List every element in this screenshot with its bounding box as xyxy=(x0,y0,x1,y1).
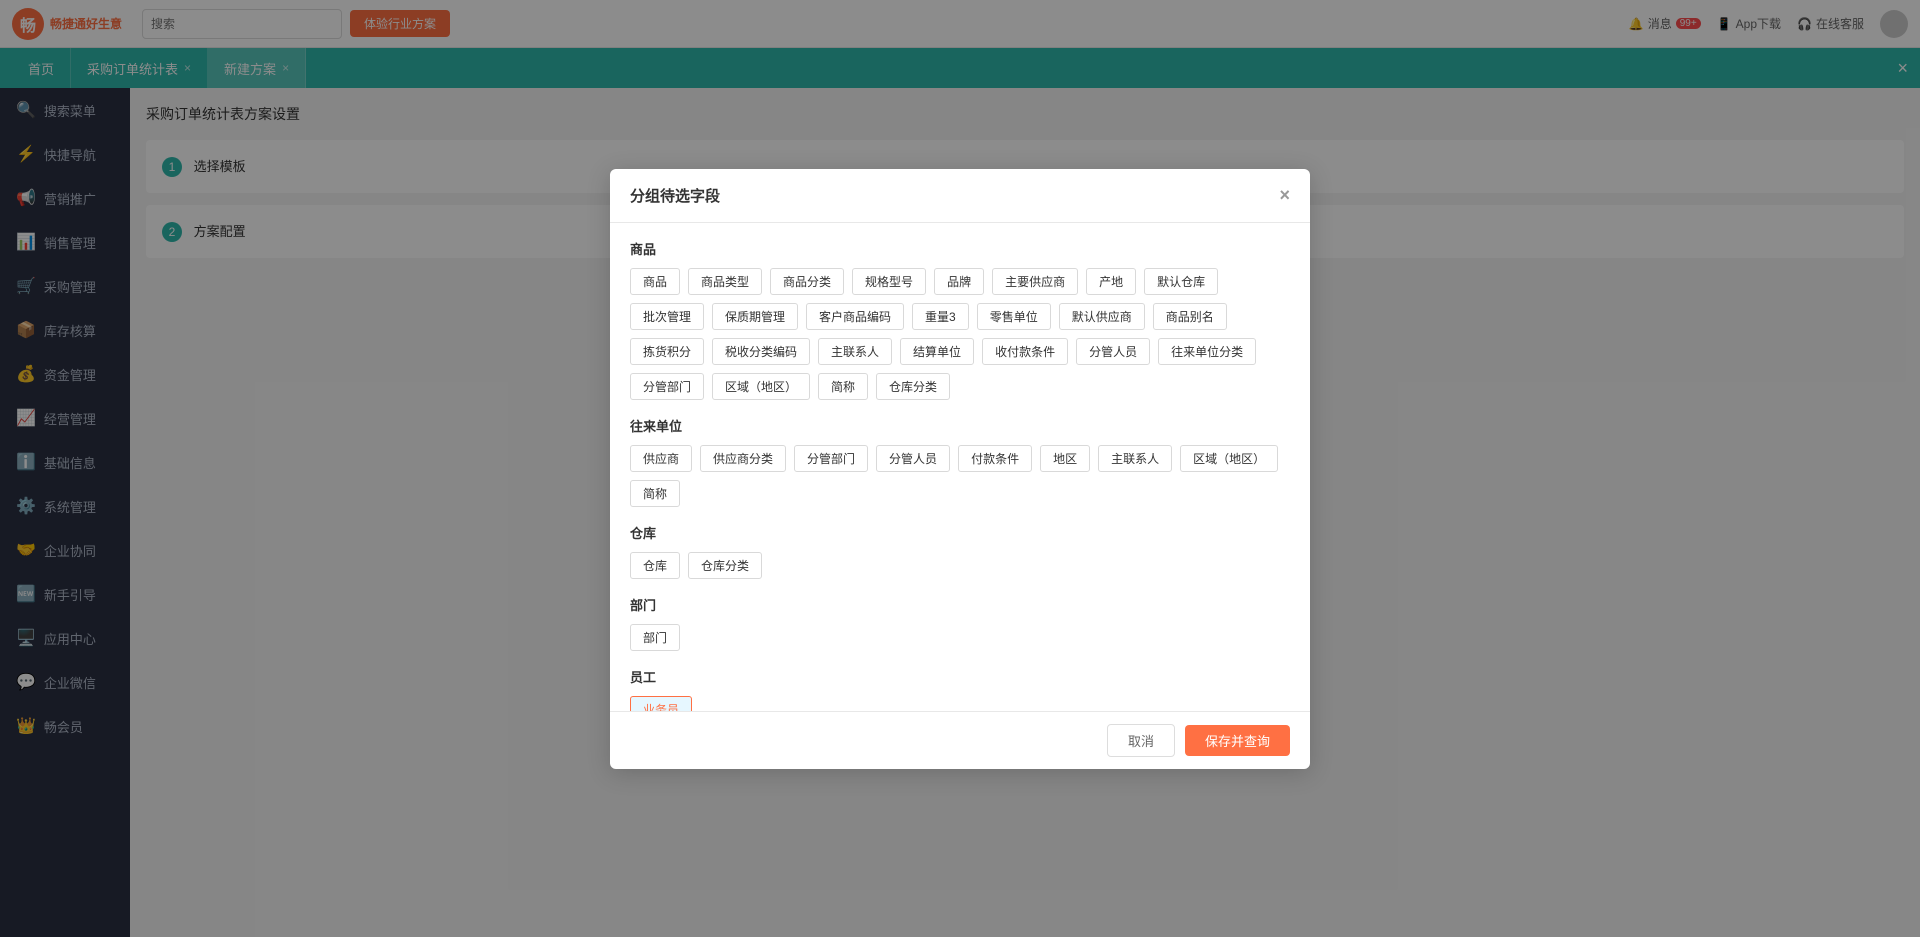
field-tag-product-26[interactable]: 仓库分类 xyxy=(876,373,950,400)
field-tag-employee-1[interactable]: 业务员 xyxy=(630,696,692,711)
field-tag-product-1[interactable]: 商品 xyxy=(630,268,680,295)
section-employee-title: 员工 xyxy=(630,667,1290,686)
field-tag-warehouse-2[interactable]: 仓库分类 xyxy=(688,552,762,579)
field-tag-product-21[interactable]: 分管人员 xyxy=(1076,338,1150,365)
field-tag-partner-2[interactable]: 供应商分类 xyxy=(700,445,786,472)
field-tag-product-13[interactable]: 零售单位 xyxy=(977,303,1051,330)
field-tag-partner-8[interactable]: 区域（地区） xyxy=(1180,445,1278,472)
field-tag-product-23[interactable]: 分管部门 xyxy=(630,373,704,400)
field-tag-product-4[interactable]: 规格型号 xyxy=(852,268,926,295)
section-partner: 往来单位 供应商 供应商分类 分管部门 分管人员 付款条件 地区 主联系人 区域… xyxy=(630,416,1290,507)
field-tag-partner-1[interactable]: 供应商 xyxy=(630,445,692,472)
section-warehouse: 仓库 仓库 仓库分类 xyxy=(630,523,1290,579)
field-tag-product-11[interactable]: 客户商品编码 xyxy=(806,303,904,330)
field-tag-product-22[interactable]: 往来单位分类 xyxy=(1158,338,1256,365)
field-tag-partner-7[interactable]: 主联系人 xyxy=(1098,445,1172,472)
field-tag-product-5[interactable]: 品牌 xyxy=(934,268,984,295)
field-tag-product-25[interactable]: 简称 xyxy=(818,373,868,400)
section-warehouse-title: 仓库 xyxy=(630,523,1290,542)
cancel-button[interactable]: 取消 xyxy=(1107,724,1175,757)
dialog-close-icon[interactable]: × xyxy=(1279,186,1290,204)
field-tag-partner-6[interactable]: 地区 xyxy=(1040,445,1090,472)
dialog-title: 分组待选字段 xyxy=(630,185,720,206)
overlay: 分组待选字段 × 商品 商品 商品类型 商品分类 规格型号 品牌 主要供应商 产… xyxy=(0,0,1920,937)
dialog: 分组待选字段 × 商品 商品 商品类型 商品分类 规格型号 品牌 主要供应商 产… xyxy=(610,169,1310,769)
field-tag-product-16[interactable]: 拣货积分 xyxy=(630,338,704,365)
field-tag-department-1[interactable]: 部门 xyxy=(630,624,680,651)
field-tag-partner-3[interactable]: 分管部门 xyxy=(794,445,868,472)
section-department: 部门 部门 xyxy=(630,595,1290,651)
field-tag-product-20[interactable]: 收付款条件 xyxy=(982,338,1068,365)
field-tag-product-18[interactable]: 主联系人 xyxy=(818,338,892,365)
dialog-body: 商品 商品 商品类型 商品分类 规格型号 品牌 主要供应商 产地 默认仓库 批次… xyxy=(610,223,1310,711)
field-tag-partner-9[interactable]: 简称 xyxy=(630,480,680,507)
section-product: 商品 商品 商品类型 商品分类 规格型号 品牌 主要供应商 产地 默认仓库 批次… xyxy=(630,239,1290,400)
dialog-header: 分组待选字段 × xyxy=(610,169,1310,223)
section-department-title: 部门 xyxy=(630,595,1290,614)
field-tag-product-8[interactable]: 默认仓库 xyxy=(1144,268,1218,295)
section-partner-tags: 供应商 供应商分类 分管部门 分管人员 付款条件 地区 主联系人 区域（地区） … xyxy=(630,445,1290,507)
section-product-tags: 商品 商品类型 商品分类 规格型号 品牌 主要供应商 产地 默认仓库 批次管理 … xyxy=(630,268,1290,400)
field-tag-product-6[interactable]: 主要供应商 xyxy=(992,268,1078,295)
field-tag-product-24[interactable]: 区域（地区） xyxy=(712,373,810,400)
dialog-footer: 取消 保存并查询 xyxy=(610,711,1310,769)
field-tag-product-3[interactable]: 商品分类 xyxy=(770,268,844,295)
field-tag-product-12[interactable]: 重量3 xyxy=(912,303,969,330)
field-tag-product-10[interactable]: 保质期管理 xyxy=(712,303,798,330)
field-tag-product-19[interactable]: 结算单位 xyxy=(900,338,974,365)
section-employee-tags: 业务员 xyxy=(630,696,1290,711)
save-button[interactable]: 保存并查询 xyxy=(1185,725,1290,756)
field-tag-partner-5[interactable]: 付款条件 xyxy=(958,445,1032,472)
section-employee: 员工 业务员 xyxy=(630,667,1290,711)
field-tag-product-15[interactable]: 商品别名 xyxy=(1153,303,1227,330)
field-tag-partner-4[interactable]: 分管人员 xyxy=(876,445,950,472)
section-warehouse-tags: 仓库 仓库分类 xyxy=(630,552,1290,579)
field-tag-product-9[interactable]: 批次管理 xyxy=(630,303,704,330)
field-tag-product-14[interactable]: 默认供应商 xyxy=(1059,303,1145,330)
field-tag-product-7[interactable]: 产地 xyxy=(1086,268,1136,295)
field-tag-warehouse-1[interactable]: 仓库 xyxy=(630,552,680,579)
section-product-title: 商品 xyxy=(630,239,1290,258)
section-partner-title: 往来单位 xyxy=(630,416,1290,435)
field-tag-product-2[interactable]: 商品类型 xyxy=(688,268,762,295)
field-tag-product-17[interactable]: 税收分类编码 xyxy=(712,338,810,365)
section-department-tags: 部门 xyxy=(630,624,1290,651)
